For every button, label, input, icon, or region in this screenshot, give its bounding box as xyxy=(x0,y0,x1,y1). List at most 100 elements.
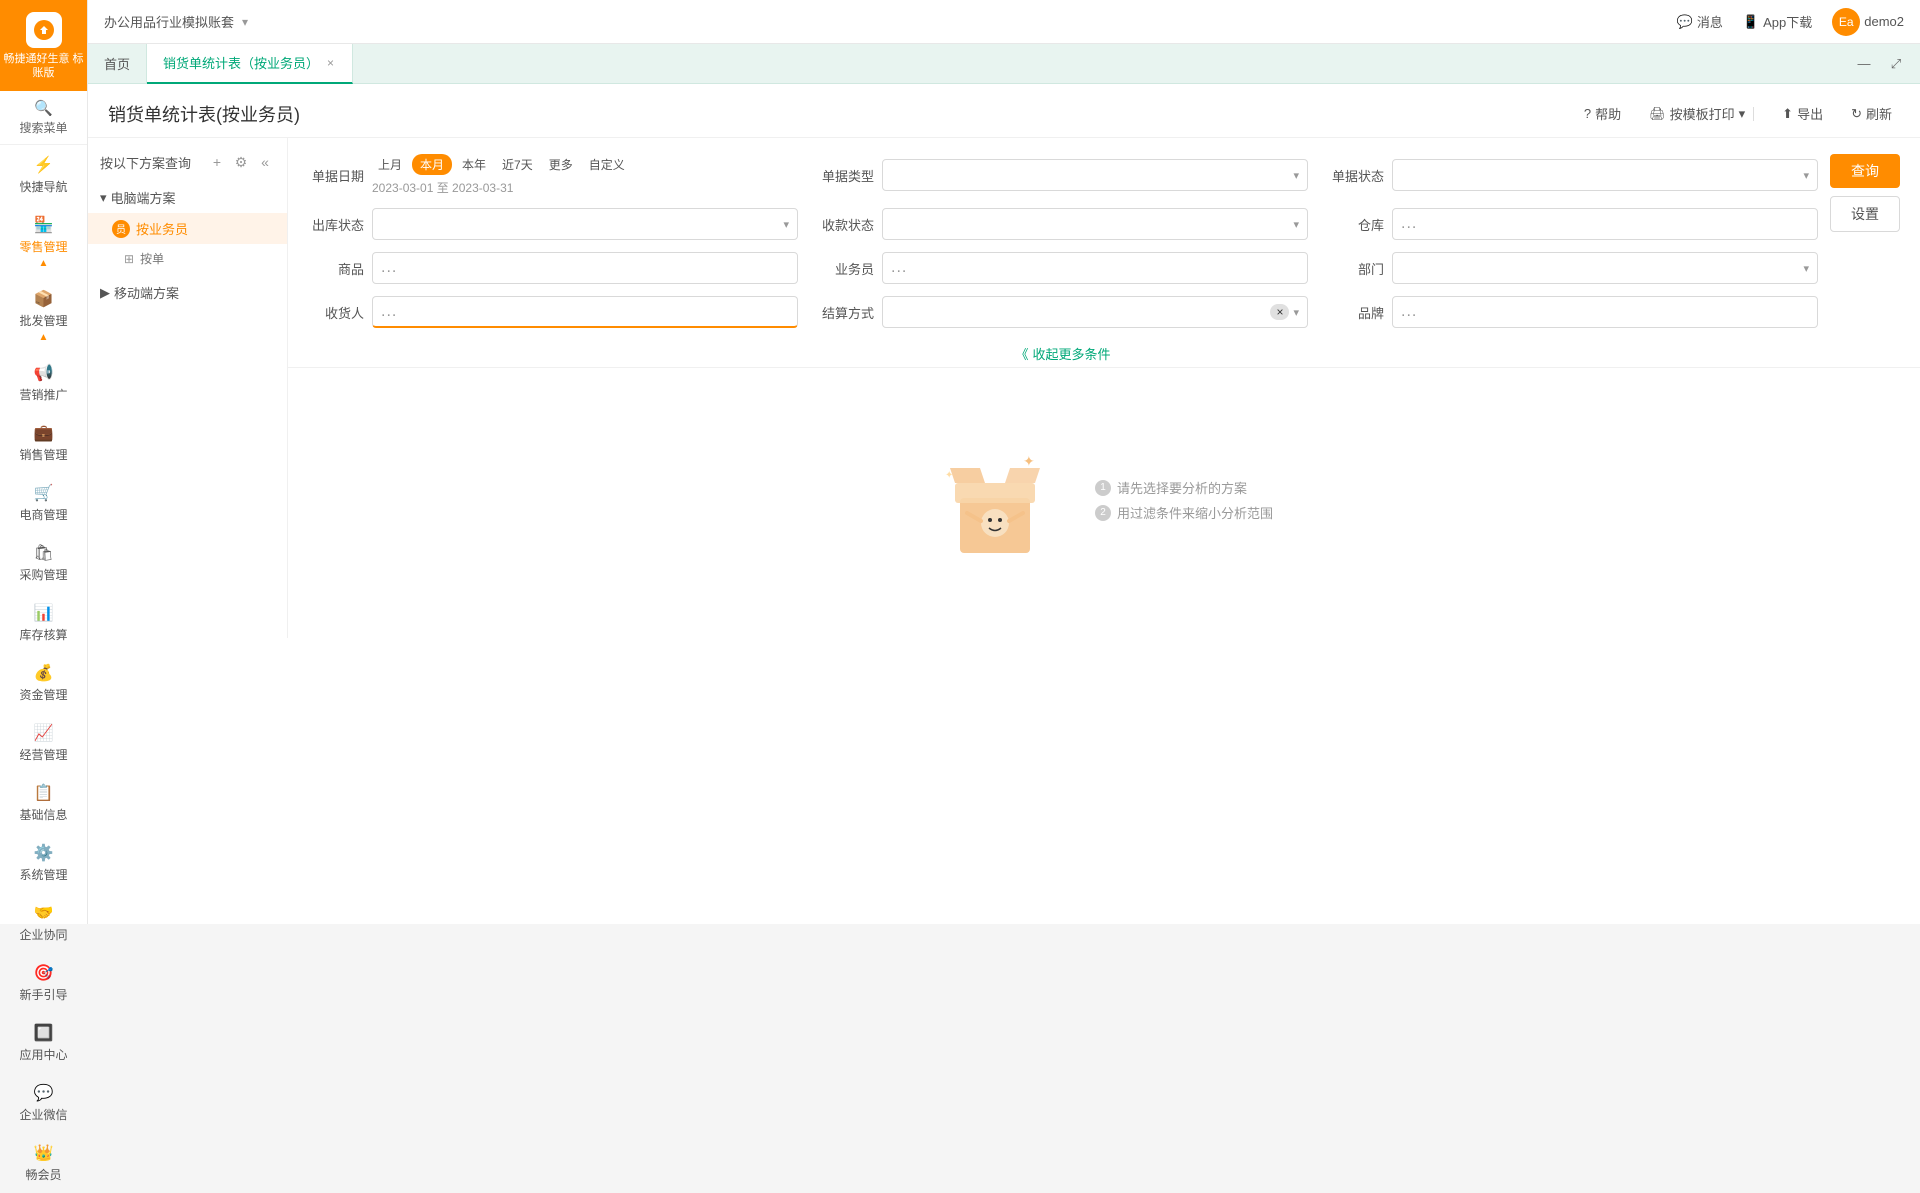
desktop-scheme-group: ▾ 电脑端方案 员 按业务员 ⊞ 按单 xyxy=(88,178,287,277)
brand-label: 品牌 xyxy=(1328,303,1384,322)
add-scheme-button[interactable]: + xyxy=(207,152,227,172)
tab-close-button[interactable]: × xyxy=(325,54,336,72)
sidebar-item-sales-label: 销售管理 xyxy=(19,446,67,463)
sidebar-item-system[interactable]: ⚙️ 系统管理 xyxy=(0,833,87,893)
desktop-scheme-toggle[interactable]: ▾ 电脑端方案 xyxy=(88,182,287,213)
settlement-clear-tag[interactable]: × xyxy=(1270,304,1289,320)
date-tab-last-month[interactable]: 上月 xyxy=(372,154,408,175)
tab-maximize-button[interactable]: ⤢ xyxy=(1884,52,1908,76)
sidebar-item-purchase-label: 采购管理 xyxy=(19,566,67,583)
mobile-scheme-group[interactable]: ▶ 移动端方案 xyxy=(88,277,287,308)
sidebar-item-newbie[interactable]: 🎯 新手引导 xyxy=(0,953,87,1013)
collapse-arrow: 《 xyxy=(1015,344,1028,363)
tab-sales-stat[interactable]: 销货单统计表（按业务员） × xyxy=(147,44,353,84)
print-arrow[interactable]: ▾ xyxy=(1739,106,1746,122)
scheme-by-staff[interactable]: 员 按业务员 xyxy=(88,213,287,244)
collapse-panel-button[interactable]: « xyxy=(255,152,275,172)
sidebar-item-wholesale[interactable]: 📦 批发管理 ▲ xyxy=(0,279,87,353)
receiver-input[interactable]: ... xyxy=(372,296,798,328)
search-menu-label: 搜索菜单 xyxy=(19,119,67,136)
download-button[interactable]: 📱 App下载 xyxy=(1743,12,1812,31)
scheme-by-order[interactable]: ⊞ 按单 xyxy=(88,244,287,273)
date-tab-custom[interactable]: 自定义 xyxy=(583,154,631,175)
date-tab-last-7[interactable]: 近7天 xyxy=(496,154,539,175)
avatar: Ea xyxy=(1832,8,1860,36)
scheme-by-order-label: 按单 xyxy=(140,250,164,267)
salesman-input[interactable]: ... xyxy=(882,252,1308,284)
dept-arrow: ▾ xyxy=(1803,262,1809,275)
sidebar-item-sales[interactable]: 💼 销售管理 xyxy=(0,413,87,473)
sidebar-item-enterprise-label: 企业协同 xyxy=(19,926,67,943)
out-status-input[interactable]: ▾ xyxy=(372,208,798,240)
sidebar-item-ecommerce[interactable]: 🛒 电商管理 xyxy=(0,473,87,533)
tab-home-label: 首页 xyxy=(104,54,130,73)
date-filter-control: 上月 本月 本年 近7天 更多 自定义 2023-03-01 至 2023-03… xyxy=(372,154,798,196)
filter-brand: 品牌 ... xyxy=(1328,296,1818,328)
sidebar-item-finance[interactable]: 💰 资金管理 xyxy=(0,653,87,713)
sidebar-item-purchase[interactable]: 🛍 采购管理 xyxy=(0,533,87,593)
doc-status-input[interactable]: ▾ xyxy=(1392,159,1818,191)
date-tab-this-month[interactable]: 本月 xyxy=(412,154,452,175)
settlement-input[interactable]: × ▾ xyxy=(882,296,1308,328)
breadcrumb-arrow[interactable]: ▾ xyxy=(242,15,248,29)
message-button[interactable]: 💬 消息 xyxy=(1677,12,1723,31)
print-icon: 🖨 xyxy=(1649,106,1666,122)
date-tab-more[interactable]: 更多 xyxy=(543,154,579,175)
sidebar-item-wholesale-label: 批发管理 xyxy=(19,312,67,329)
help-icon: ? xyxy=(1584,106,1591,121)
payment-status-input[interactable]: ▾ xyxy=(882,208,1308,240)
search-menu[interactable]: 🔍 搜索菜单 xyxy=(0,91,87,145)
date-label: 单据日期 xyxy=(308,166,364,185)
sidebar-item-wechat[interactable]: 💬 企业微信 xyxy=(0,1073,87,1133)
empty-state: ✦ ✦ xyxy=(288,368,1920,638)
settlement-label: 结算方式 xyxy=(818,303,874,322)
quick-nav[interactable]: ⚡ 快捷导航 xyxy=(0,145,87,205)
export-button[interactable]: ⬆ 导出 xyxy=(1774,100,1831,127)
brand-input[interactable]: ... xyxy=(1392,296,1818,328)
product-input[interactable]: ... xyxy=(372,252,798,284)
date-tab-this-year[interactable]: 本年 xyxy=(456,154,492,175)
collapse-button[interactable]: 《 收起更多条件 xyxy=(308,336,1818,367)
filter-out-status: 出库状态 ▾ xyxy=(308,208,798,240)
empty-illustration: ✦ ✦ xyxy=(935,448,1055,558)
sidebar-item-appstore[interactable]: 🔲 应用中心 xyxy=(0,1013,87,1073)
sidebar-item-retail-label: 零售管理 xyxy=(19,238,67,255)
download-icon: 📱 xyxy=(1743,14,1759,30)
export-icon: ⬆ xyxy=(1782,106,1793,122)
page-actions: ? 帮助 🖨 按模板打印 ▾ ⬆ 导出 ↻ 刷新 xyxy=(1576,100,1900,127)
settings-scheme-button[interactable]: ⚙ xyxy=(231,152,251,172)
dept-input[interactable]: ▾ xyxy=(1392,252,1818,284)
settlement-arrow: ▾ xyxy=(1293,306,1299,319)
app-logo[interactable]: 畅捷通好生意 标账版 xyxy=(0,0,87,91)
sidebar-item-retail[interactable]: 🏪 零售管理 ▲ xyxy=(0,205,87,279)
template-print-button[interactable]: 🖨 按模板打印 ▾ xyxy=(1641,100,1762,127)
export-label: 导出 xyxy=(1797,104,1823,123)
sidebar-item-marketing[interactable]: 📢 营销推广 xyxy=(0,353,87,413)
sidebar-item-system-label: 系统管理 xyxy=(19,866,67,883)
tab-home[interactable]: 首页 xyxy=(88,44,147,84)
warehouse-input[interactable]: ... xyxy=(1392,208,1818,240)
sidebar-item-basic[interactable]: 📋 基础信息 xyxy=(0,773,87,833)
refresh-button[interactable]: ↻ 刷新 xyxy=(1843,100,1900,127)
topbar-left: 办公用品行业模拟账套 ▾ xyxy=(104,12,248,31)
tab-minimize-button[interactable]: — xyxy=(1852,52,1876,76)
sidebar-item-member[interactable]: 👑 畅会员 xyxy=(0,1133,87,1193)
doc-status-label: 单据状态 xyxy=(1328,166,1384,185)
topbar: 办公用品行业模拟账套 ▾ 💬 消息 📱 App下载 Ea demo2 xyxy=(88,0,1920,44)
sidebar-item-enterprise[interactable]: 🤝 企业协同 xyxy=(0,893,87,953)
sidebar-item-operation[interactable]: 📈 经营管理 xyxy=(0,713,87,773)
query-button[interactable]: 查询 xyxy=(1830,154,1900,188)
sidebar-item-basic-label: 基础信息 xyxy=(19,806,67,823)
payment-status-label: 收款状态 xyxy=(818,215,874,234)
desktop-scheme-label: 电脑端方案 xyxy=(111,188,176,207)
settlement-clear-icon: × xyxy=(1276,305,1283,319)
settings-button[interactable]: 设置 xyxy=(1830,196,1900,232)
doc-type-input[interactable]: ▾ xyxy=(882,159,1308,191)
salesman-label: 业务员 xyxy=(818,259,874,278)
help-button[interactable]: ? 帮助 xyxy=(1576,100,1629,127)
logo-text: 畅捷通好生意 标账版 xyxy=(0,52,87,81)
user-profile[interactable]: Ea demo2 xyxy=(1832,8,1904,36)
print-label: 按模板打印 xyxy=(1670,104,1735,123)
sidebar-item-inventory[interactable]: 📊 库存核算 xyxy=(0,593,87,653)
filter-dept: 部门 ▾ xyxy=(1328,252,1818,284)
